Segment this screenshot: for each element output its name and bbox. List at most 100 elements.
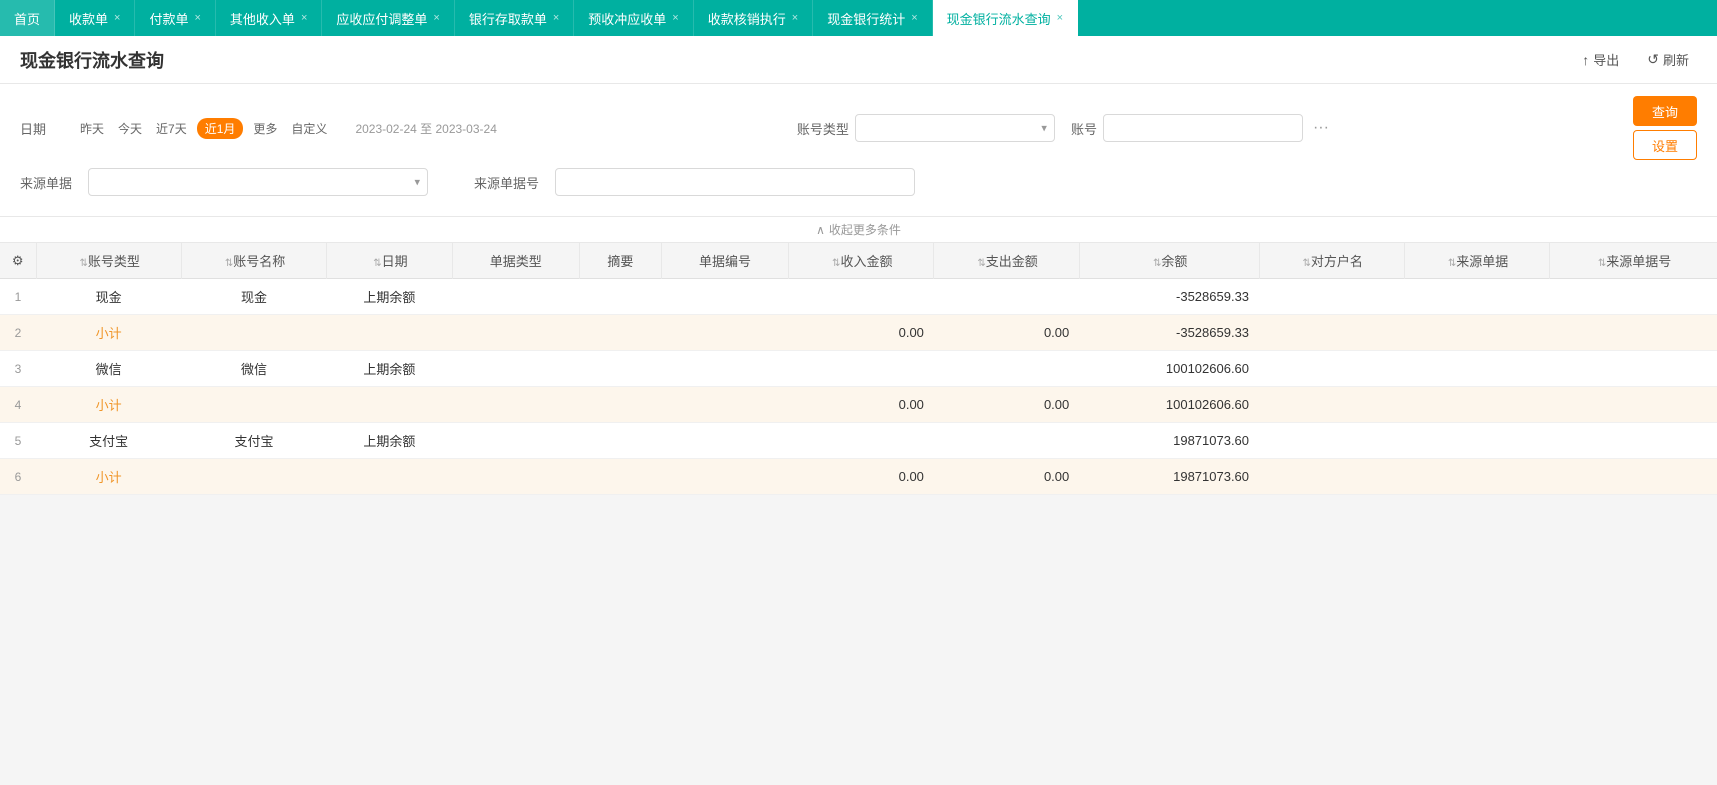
- col-header-balance[interactable]: ⇅余额: [1079, 243, 1259, 279]
- col-header-income[interactable]: ⇅收入金额: [789, 243, 934, 279]
- cell-balance: 19871073.60: [1079, 459, 1259, 495]
- cell-income: [789, 351, 934, 387]
- date-shortcut-2[interactable]: 近7天: [152, 118, 191, 139]
- col-header-date[interactable]: ⇅日期: [327, 243, 453, 279]
- cell-doc_type: [452, 279, 579, 315]
- cell-expense: [934, 279, 1079, 315]
- cell-balance: 100102606.60: [1079, 351, 1259, 387]
- cell-source_doc: [1404, 279, 1549, 315]
- nav-tab-3[interactable]: 应收应付调整单×: [322, 0, 454, 36]
- cell-balance: -3528659.33: [1079, 279, 1259, 315]
- cell-counterparty: [1259, 315, 1404, 351]
- cell-source_doc_num: [1550, 387, 1717, 423]
- nav-tab-0[interactable]: 收款单×: [55, 0, 135, 36]
- tab-close-icon[interactable]: ×: [792, 12, 798, 24]
- filter-row-2: 来源单据 ▾ 来源单据号: [20, 168, 1697, 196]
- col-header-source_doc_num[interactable]: ⇅来源单据号: [1550, 243, 1717, 279]
- date-shortcut-5[interactable]: 自定义: [287, 118, 331, 139]
- cell-doc_number: [661, 279, 788, 315]
- tab-close-icon[interactable]: ×: [194, 12, 200, 24]
- cell-source_doc: [1404, 423, 1549, 459]
- settings-button[interactable]: 设置: [1633, 130, 1697, 160]
- cell-account_type: 小计: [36, 387, 181, 423]
- date-shortcut-0[interactable]: 昨天: [76, 118, 108, 139]
- tab-close-icon[interactable]: ×: [672, 12, 678, 24]
- tab-close-icon[interactable]: ×: [911, 12, 917, 24]
- refresh-button[interactable]: ↺ 刷新: [1639, 46, 1697, 73]
- page-header: 现金银行流水查询 ↑ 导出 ↺ 刷新: [0, 36, 1717, 84]
- source-doc-select[interactable]: [88, 168, 428, 196]
- cell-source_doc_num: [1550, 459, 1717, 495]
- col-header-source_doc[interactable]: ⇅来源单据: [1404, 243, 1549, 279]
- cell-account_type: 现金: [36, 279, 181, 315]
- nav-tab-8[interactable]: 现金银行流水查询×: [933, 0, 1078, 36]
- table-row[interactable]: 3微信微信上期余额100102606.60: [0, 351, 1717, 387]
- col-header-expense[interactable]: ⇅支出金额: [934, 243, 1079, 279]
- cell-account_name: [181, 315, 326, 351]
- sort-icon-date: ⇅: [373, 258, 381, 269]
- cell-doc_number: [661, 315, 788, 351]
- date-shortcut-1[interactable]: 今天: [114, 118, 146, 139]
- tab-close-icon[interactable]: ×: [301, 12, 307, 24]
- nav-tab-6[interactable]: 收款核销执行×: [694, 0, 813, 36]
- collapse-bar[interactable]: ∧ 收起更多条件: [0, 217, 1717, 243]
- col-header-counterparty[interactable]: ⇅对方户名: [1259, 243, 1404, 279]
- cell-balance: -3528659.33: [1079, 315, 1259, 351]
- cell-doc_type: [452, 387, 579, 423]
- cell-date: [327, 459, 453, 495]
- nav-tab-2[interactable]: 其他收入单×: [216, 0, 322, 36]
- cell-income: [789, 279, 934, 315]
- nav-tab-5[interactable]: 预收冲应收单×: [574, 0, 693, 36]
- cell-source_doc: [1404, 459, 1549, 495]
- source-doc-num-input[interactable]: [555, 168, 915, 196]
- tab-close-icon[interactable]: ×: [114, 12, 120, 24]
- sort-icon-counterparty: ⇅: [1303, 258, 1311, 269]
- table-row[interactable]: 6小计0.000.0019871073.60: [0, 459, 1717, 495]
- cell-source_doc: [1404, 351, 1549, 387]
- main-table: ⚙⇅账号类型⇅账号名称⇅日期单据类型摘要单据编号⇅收入金额⇅支出金额⇅余额⇅对方…: [0, 243, 1717, 495]
- date-shortcut-4[interactable]: 更多: [249, 118, 281, 139]
- nav-tab-4[interactable]: 银行存取款单×: [455, 0, 574, 36]
- refresh-icon: ↺: [1647, 51, 1659, 68]
- cell-summary: [579, 387, 661, 423]
- nav-home[interactable]: 首页: [0, 0, 55, 36]
- sort-icon-source_doc_num: ⇅: [1598, 258, 1606, 269]
- query-button[interactable]: 查询: [1633, 96, 1697, 126]
- account-input[interactable]: [1103, 114, 1303, 142]
- table-row[interactable]: 2小计0.000.00-3528659.33: [0, 315, 1717, 351]
- export-button[interactable]: ↑ 导出: [1574, 46, 1627, 73]
- col-header-account_type[interactable]: ⇅账号类型: [36, 243, 181, 279]
- nav-tab-7[interactable]: 现金银行统计×: [813, 0, 932, 36]
- table-row[interactable]: 5支付宝支付宝上期余额19871073.60: [0, 423, 1717, 459]
- cell-doc_type: [452, 351, 579, 387]
- table-head: ⚙⇅账号类型⇅账号名称⇅日期单据类型摘要单据编号⇅收入金额⇅支出金额⇅余额⇅对方…: [0, 243, 1717, 279]
- table-wrap: ⚙⇅账号类型⇅账号名称⇅日期单据类型摘要单据编号⇅收入金额⇅支出金额⇅余额⇅对方…: [0, 243, 1717, 495]
- cell-expense: [934, 423, 1079, 459]
- nav-tab-1[interactable]: 付款单×: [135, 0, 215, 36]
- col-header-account_name[interactable]: ⇅账号名称: [181, 243, 326, 279]
- header-actions: ↑ 导出 ↺ 刷新: [1574, 46, 1697, 73]
- date-shortcut-3[interactable]: 近1月: [197, 118, 244, 139]
- cell-account_type: 支付宝: [36, 423, 181, 459]
- tab-close-icon[interactable]: ×: [433, 12, 439, 24]
- cell-expense: [934, 351, 1079, 387]
- cell-doc_type: [452, 315, 579, 351]
- sort-icon-account_name: ⇅: [225, 258, 233, 269]
- export-icon: ↑: [1582, 52, 1589, 68]
- tab-close-icon[interactable]: ×: [553, 12, 559, 24]
- page-title: 现金银行流水查询: [20, 47, 164, 73]
- more-dots[interactable]: ···: [1309, 119, 1333, 137]
- account-type-select[interactable]: [855, 114, 1055, 142]
- cell-source_doc_num: [1550, 351, 1717, 387]
- cell-summary: [579, 459, 661, 495]
- account-type-label: 账号类型: [797, 119, 849, 138]
- table-row[interactable]: 4小计0.000.00100102606.60: [0, 387, 1717, 423]
- cell-income: [789, 423, 934, 459]
- tab-close-icon[interactable]: ×: [1057, 12, 1063, 24]
- cell-account_type: 小计: [36, 315, 181, 351]
- sort-icon-income: ⇅: [832, 258, 840, 269]
- table-row[interactable]: 1现金现金上期余额-3528659.33: [0, 279, 1717, 315]
- cell-account_name: 现金: [181, 279, 326, 315]
- cell-source_doc_num: [1550, 423, 1717, 459]
- cell-date: 上期余额: [327, 351, 453, 387]
